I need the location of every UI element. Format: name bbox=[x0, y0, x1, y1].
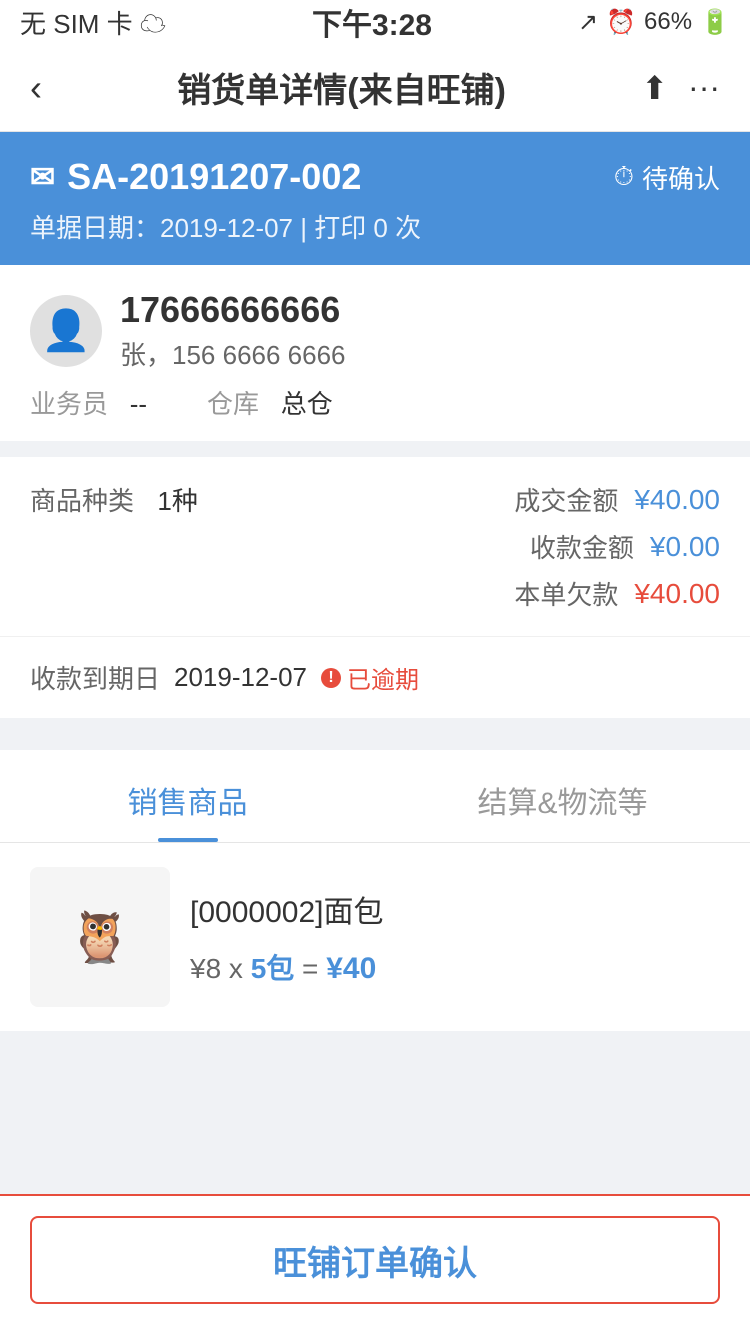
salesperson-row: 业务员 -- bbox=[30, 384, 147, 421]
bottom-bar: 旺铺订单确认 bbox=[0, 1194, 750, 1334]
order-id: ✉ SA-20191207-002 bbox=[30, 156, 361, 198]
page-title: 销货单详情(来自旺铺) bbox=[177, 63, 506, 112]
overdue-dot-icon: ! bbox=[321, 668, 341, 688]
battery-status: 66% bbox=[644, 8, 692, 36]
product-thumb-icon: 🦉 bbox=[69, 908, 131, 967]
more-icon[interactable]: ··· bbox=[688, 69, 720, 106]
alarm-icon: ⏰ bbox=[606, 8, 636, 37]
battery-icon: 🔋 bbox=[700, 8, 730, 37]
amount-row-2: 本单欠款 ¥40.00 bbox=[514, 575, 720, 612]
customer-details: 17666666666 张，156 6666 6666 bbox=[120, 289, 346, 372]
warehouse-row: 仓库 总仓 bbox=[207, 384, 333, 421]
back-button[interactable]: ‹ bbox=[30, 67, 42, 109]
divider-2 bbox=[0, 718, 750, 734]
nav-bar: ‹ 销货单详情(来自旺铺) ⬆ ··· bbox=[0, 44, 750, 132]
overdue-badge: ! 已逾期 bbox=[321, 660, 419, 695]
product-type-row: 商品种类 1种 bbox=[30, 481, 198, 518]
warehouse-label: 仓库 bbox=[207, 389, 259, 419]
avatar-icon: 👤 bbox=[41, 307, 91, 354]
product-name: [0000002]面包 bbox=[190, 887, 720, 931]
header-id-row: ✉ SA-20191207-002 ⏱ 待确认 bbox=[30, 156, 720, 198]
status-bar: 无 SIM 卡 ☁ 下午3:28 ↗ ⏰ 66% 🔋 bbox=[0, 0, 750, 44]
due-date-value: 2019-12-07 bbox=[174, 662, 307, 693]
due-date-section: 收款到期日 2019-12-07 ! 已逾期 bbox=[0, 636, 750, 718]
price-total: ¥40 bbox=[326, 952, 376, 985]
tab-settlement[interactable]: 结算&物流等 bbox=[375, 750, 750, 842]
amount-value-0: ¥40.00 bbox=[634, 484, 720, 516]
summary-left: 商品种类 1种 bbox=[30, 481, 198, 518]
price-unit: ¥8 x bbox=[190, 953, 251, 984]
header-card: ✉ SA-20191207-002 ⏱ 待确认 单据日期：2019-12-07 … bbox=[0, 132, 750, 265]
amount-value-2: ¥40.00 bbox=[634, 578, 720, 610]
product-section: 🦉 [0000002]面包 ¥8 x 5包 = ¥40 bbox=[0, 843, 750, 1031]
mail-icon: ✉ bbox=[30, 160, 55, 195]
tab-sales-products[interactable]: 销售商品 bbox=[0, 750, 375, 842]
product-price: ¥8 x 5包 = ¥40 bbox=[190, 947, 720, 987]
tabs-section: 销售商品 结算&物流等 bbox=[0, 750, 750, 843]
customer-section: 👤 17666666666 张，156 6666 6666 业务员 -- 仓库 … bbox=[0, 265, 750, 441]
status-text: 待确认 bbox=[642, 159, 720, 196]
amount-value-1: ¥0.00 bbox=[650, 531, 720, 563]
amount-label-0: 成交金额 bbox=[514, 481, 618, 518]
product-thumbnail: 🦉 bbox=[30, 867, 170, 1007]
warehouse-value: 总仓 bbox=[281, 389, 333, 419]
product-row: 🦉 [0000002]面包 ¥8 x 5包 = ¥40 bbox=[30, 867, 720, 1007]
summary-right: 成交金额 ¥40.00 收款金额 ¥0.00 本单欠款 ¥40.00 bbox=[514, 481, 720, 612]
share-icon[interactable]: ⬆ bbox=[641, 69, 668, 107]
amount-label-1: 收款金额 bbox=[530, 528, 634, 565]
navigation-icon: ↗ bbox=[578, 8, 598, 37]
salesperson-value: -- bbox=[130, 389, 147, 419]
divider-1 bbox=[0, 441, 750, 457]
order-status: ⏱ 待确认 bbox=[614, 159, 720, 196]
customer-sub-name: 张，156 6666 6666 bbox=[120, 335, 346, 372]
amount-row-1: 收款金额 ¥0.00 bbox=[530, 528, 720, 565]
status-time: 下午3:28 bbox=[312, 0, 432, 44]
summary-section: 商品种类 1种 成交金额 ¥40.00 收款金额 ¥0.00 本单欠款 ¥40.… bbox=[0, 457, 750, 636]
customer-top: 👤 17666666666 张，156 6666 6666 bbox=[30, 289, 720, 372]
clock-icon: ⏱ bbox=[614, 161, 634, 193]
amount-row-0: 成交金额 ¥40.00 bbox=[514, 481, 720, 518]
product-type-value: 1种 bbox=[157, 486, 197, 516]
price-equals: = bbox=[294, 953, 326, 984]
due-label: 收款到期日 bbox=[30, 659, 160, 696]
price-quantity: 5包 bbox=[251, 953, 295, 984]
customer-meta: 业务员 -- 仓库 总仓 bbox=[30, 384, 720, 421]
product-type-label: 商品种类 bbox=[30, 486, 134, 516]
salesperson-label: 业务员 bbox=[30, 389, 108, 419]
order-id-text: SA-20191207-002 bbox=[67, 156, 361, 198]
sim-status: 无 SIM 卡 ☁ bbox=[20, 4, 166, 41]
status-left: 无 SIM 卡 ☁ bbox=[20, 4, 166, 41]
status-right: ↗ ⏰ 66% 🔋 bbox=[578, 8, 730, 37]
product-info: [0000002]面包 ¥8 x 5包 = ¥40 bbox=[190, 887, 720, 987]
overdue-text: 已逾期 bbox=[347, 660, 419, 695]
nav-right-actions: ⬆ ··· bbox=[641, 69, 720, 107]
confirm-order-button[interactable]: 旺铺订单确认 bbox=[30, 1216, 720, 1304]
avatar: 👤 bbox=[30, 295, 102, 367]
order-date: 单据日期：2019-12-07 | 打印 0 次 bbox=[30, 208, 720, 245]
customer-name: 17666666666 bbox=[120, 289, 346, 331]
amount-label-2: 本单欠款 bbox=[514, 575, 618, 612]
